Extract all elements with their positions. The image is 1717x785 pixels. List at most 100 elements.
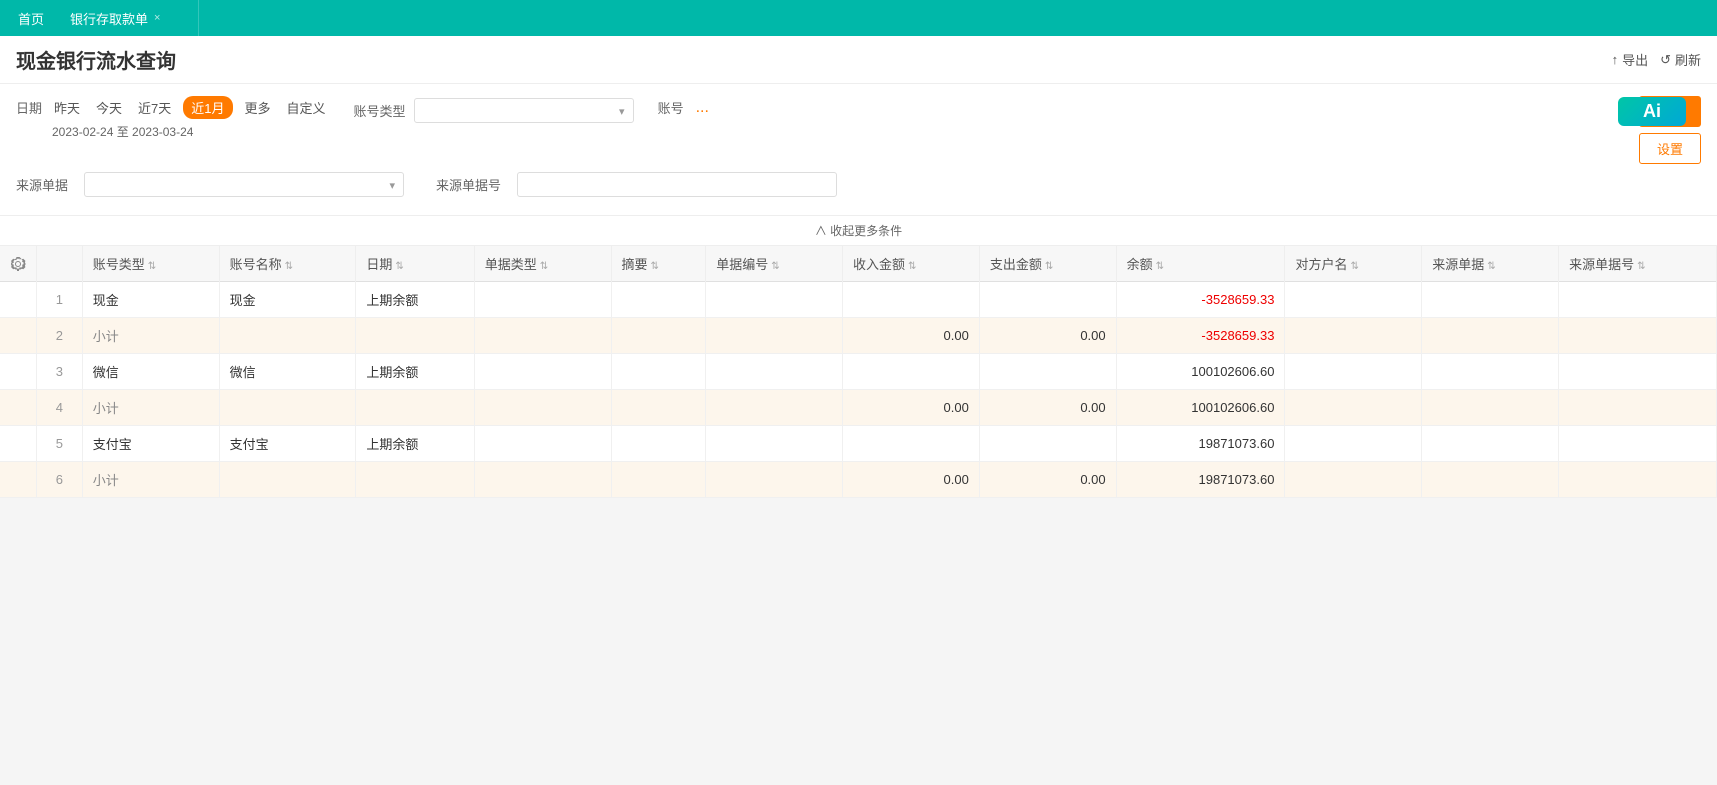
refresh-button[interactable]: ↺ 刷新 <box>1660 50 1701 69</box>
account-label: 账号 <box>658 98 684 117</box>
table-cell-docNo <box>706 462 843 498</box>
table-cell-balance: 19871073.60 <box>1116 462 1285 498</box>
date-shortcuts: 昨天今天近7天近1月更多自定义 <box>50 96 330 119</box>
close-icon[interactable]: × <box>154 12 160 24</box>
settings-button[interactable]: 设置 <box>1639 133 1701 164</box>
table-cell-date: 上期余额 <box>356 282 474 318</box>
table-cell-accountType: 微信 <box>82 354 219 390</box>
table-cell-income: 0.00 <box>843 390 980 426</box>
nav-home[interactable]: 首页 <box>4 0 58 36</box>
refresh-icon: ↺ <box>1660 52 1671 68</box>
table-cell-docNo <box>706 318 843 354</box>
nav-tabs: 收款单×付款单×其他收入单×应收应付调整单×银行存取款单×预收冲应收单×收款核销… <box>58 0 199 36</box>
top-navigation: 首页 收款单×付款单×其他收入单×应收应付调整单×银行存取款单×预收冲应收单×收… <box>0 0 1717 36</box>
table-cell-rowNum: 4 <box>37 390 83 426</box>
table-cell-docNo <box>706 390 843 426</box>
filter-row-2: 来源单据 来源单据号 <box>16 172 1701 197</box>
table-cell-rowNum: 5 <box>37 426 83 462</box>
collapse-bar[interactable]: ∧ 收起更多条件 <box>0 216 1717 246</box>
date-label: 日期 <box>16 98 42 117</box>
table-row: 5支付宝支付宝上期余额19871073.60 <box>0 426 1717 462</box>
table-header-row: 账号类型⇅ 账号名称⇅ 日期⇅ 单据类型⇅ 摘要⇅ 单据编号⇅ 收入金额⇅ 支出… <box>0 246 1717 282</box>
table-cell-sourceDoc <box>1422 282 1559 318</box>
table-cell-date <box>356 318 474 354</box>
table-row: 2小计0.000.00-3528659.33 <box>0 318 1717 354</box>
page-header: 现金银行流水查询 ↑ 导出 ↺ 刷新 <box>0 36 1717 84</box>
table-cell-sourceDocNo <box>1559 318 1717 354</box>
doc-no-header[interactable]: 单据编号⇅ <box>706 246 843 282</box>
gear-icon <box>10 256 26 272</box>
table-cell-accountName: 微信 <box>219 354 356 390</box>
table-cell-balance: 100102606.60 <box>1116 390 1285 426</box>
gear-column-header[interactable] <box>0 246 37 282</box>
table-cell-accountName: 现金 <box>219 282 356 318</box>
table-cell-expense: 0.00 <box>979 462 1116 498</box>
account-type-select[interactable] <box>414 98 634 123</box>
table-cell-counterpart <box>1285 354 1422 390</box>
table-cell-sourceDocNo <box>1559 282 1717 318</box>
table-cell-accountType: 小计 <box>82 390 219 426</box>
account-dots-button[interactable]: ... <box>692 99 713 117</box>
table-cell-gear <box>0 462 37 498</box>
income-header[interactable]: 收入金额⇅ <box>843 246 980 282</box>
source-doc-select[interactable] <box>84 172 404 197</box>
nav-tab[interactable]: 银行存取款单× <box>58 0 199 36</box>
date-header[interactable]: 日期⇅ <box>356 246 474 282</box>
counterpart-header[interactable]: 对方户名⇅ <box>1285 246 1422 282</box>
date-shortcut-button[interactable]: 近1月 <box>183 96 232 119</box>
table-cell-summary <box>611 282 706 318</box>
date-shortcut-button[interactable]: 自定义 <box>283 96 330 119</box>
source-doc-num-label: 来源单据号 <box>436 175 501 194</box>
doc-type-header[interactable]: 单据类型⇅ <box>474 246 611 282</box>
balance-header[interactable]: 余额⇅ <box>1116 246 1285 282</box>
source-doc-header[interactable]: 来源单据⇅ <box>1422 246 1559 282</box>
data-table: 账号类型⇅ 账号名称⇅ 日期⇅ 单据类型⇅ 摘要⇅ 单据编号⇅ 收入金额⇅ 支出… <box>0 246 1717 498</box>
source-doc-num-input[interactable] <box>517 172 837 197</box>
account-type-header[interactable]: 账号类型⇅ <box>82 246 219 282</box>
date-shortcut-button[interactable]: 近7天 <box>134 96 175 119</box>
table-cell-sourceDocNo <box>1559 426 1717 462</box>
date-shortcut-button[interactable]: 今天 <box>92 96 126 119</box>
account-name-header[interactable]: 账号名称⇅ <box>219 246 356 282</box>
export-button[interactable]: ↑ 导出 <box>1612 50 1649 69</box>
table-cell-docType <box>474 282 611 318</box>
table-cell-sourceDoc <box>1422 462 1559 498</box>
table-row: 4小计0.000.00100102606.60 <box>0 390 1717 426</box>
date-shortcut-button[interactable]: 昨天 <box>50 96 84 119</box>
table-cell-sourceDoc <box>1422 354 1559 390</box>
table-cell-rowNum: 1 <box>37 282 83 318</box>
collapse-icon: ∧ <box>815 224 830 238</box>
export-icon: ↑ <box>1612 52 1619 67</box>
table-row: 6小计0.000.0019871073.60 <box>0 462 1717 498</box>
table-cell-gear <box>0 426 37 462</box>
table-cell-accountName <box>219 390 356 426</box>
table-cell-accountName <box>219 318 356 354</box>
table-cell-income <box>843 354 980 390</box>
table-cell-docType <box>474 462 611 498</box>
table-cell-accountName <box>219 462 356 498</box>
table-cell-accountType: 小计 <box>82 318 219 354</box>
table-cell-accountType: 支付宝 <box>82 426 219 462</box>
account-filter: 账号 ... <box>658 98 713 117</box>
table-cell-sourceDoc <box>1422 426 1559 462</box>
table-cell-docNo <box>706 426 843 462</box>
table-cell-accountType: 现金 <box>82 282 219 318</box>
table-cell-summary <box>611 426 706 462</box>
table-cell-docNo <box>706 282 843 318</box>
table-cell-accountType: 小计 <box>82 462 219 498</box>
table-cell-gear <box>0 318 37 354</box>
table-cell-income <box>843 426 980 462</box>
table-cell-balance: -3528659.33 <box>1116 318 1285 354</box>
summary-header[interactable]: 摘要⇅ <box>611 246 706 282</box>
ai-badge[interactable]: Ai <box>1618 97 1686 126</box>
table-cell-summary <box>611 354 706 390</box>
source-doc-no-header[interactable]: 来源单据号⇅ <box>1559 246 1717 282</box>
table-cell-income: 0.00 <box>843 462 980 498</box>
date-shortcut-button[interactable]: 更多 <box>241 96 275 119</box>
table-cell-expense <box>979 282 1116 318</box>
expense-header[interactable]: 支出金额⇅ <box>979 246 1116 282</box>
table-cell-balance: -3528659.33 <box>1116 282 1285 318</box>
table-cell-balance: 19871073.60 <box>1116 426 1285 462</box>
source-doc-label: 来源单据 <box>16 175 68 194</box>
table-body: 1现金现金上期余额-3528659.332小计0.000.00-3528659.… <box>0 282 1717 498</box>
